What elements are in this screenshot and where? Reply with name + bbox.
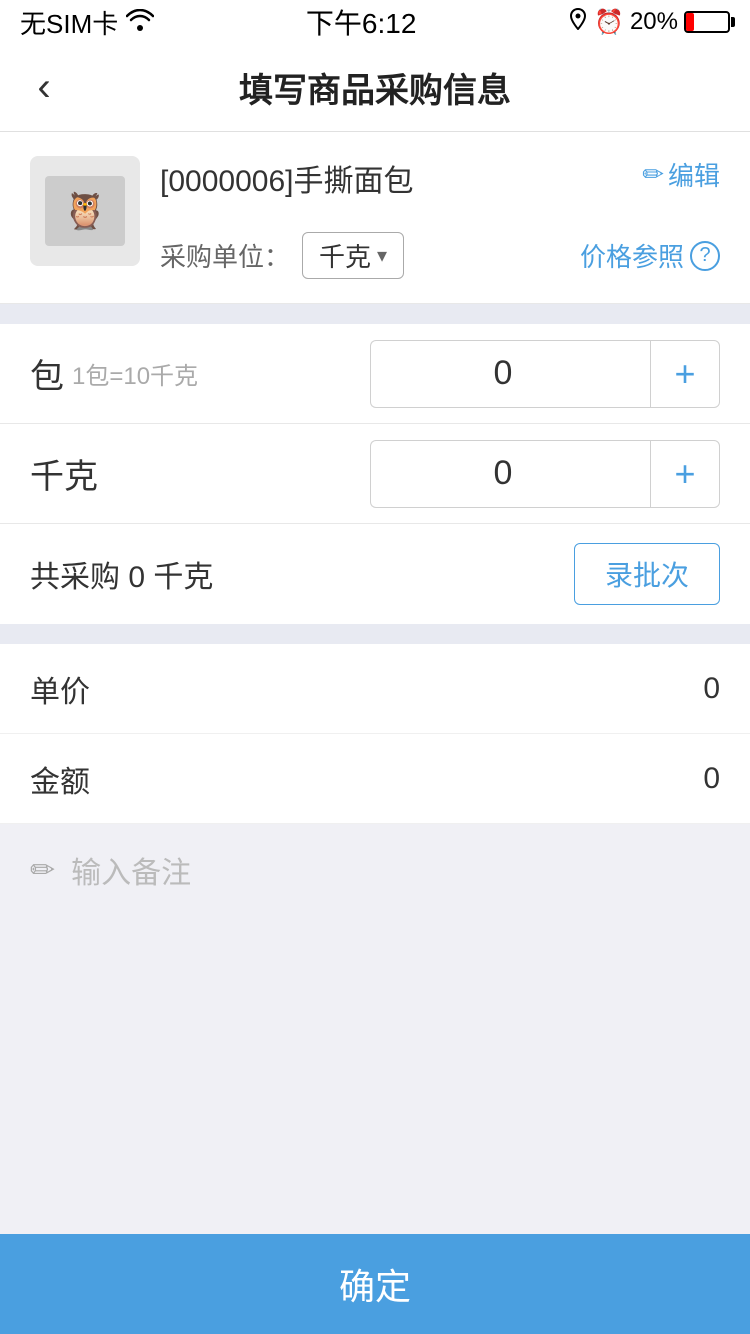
confirm-label: 确定 xyxy=(339,1258,411,1310)
content-spacer xyxy=(0,916,750,1116)
location-icon xyxy=(568,8,588,37)
note-placeholder: 输入备注 xyxy=(71,848,191,892)
bao-controls: + xyxy=(370,340,720,408)
total-amount: 0 xyxy=(128,561,145,594)
bao-label: 包 xyxy=(30,349,64,398)
product-code: [0000006] xyxy=(160,165,293,198)
product-top-row: [0000006]手撕面包 ✏ 编辑 xyxy=(160,156,720,216)
product-card: 🦉 [0000006]手撕面包 ✏ 编辑 采购单位： 千克 ▾ xyxy=(0,132,750,304)
edit-icon: ✏ xyxy=(642,159,664,190)
battery-icon xyxy=(684,11,730,33)
status-bar: 无SIM卡 下午6:12 ⏰ 20% xyxy=(0,0,750,44)
status-time: 下午6:12 xyxy=(306,2,417,42)
edit-button[interactable]: ✏ 编辑 xyxy=(642,156,720,193)
kg-plus-button[interactable]: + xyxy=(650,440,720,508)
product-name: [0000006]手撕面包 xyxy=(160,156,413,200)
battery-percent: 20% xyxy=(630,8,678,36)
dropdown-arrow-icon: ▾ xyxy=(377,243,387,268)
unit-label: 采购单位： xyxy=(160,237,290,274)
product-info: [0000006]手撕面包 ✏ 编辑 采购单位： 千克 ▾ 价格参照 xyxy=(160,156,720,279)
total-text: 共采购 0 千克 xyxy=(30,552,213,596)
record-batch-button[interactable]: 录批次 xyxy=(574,543,720,605)
kg-label: 千克 xyxy=(30,449,98,498)
nav-bar: ‹ 填写商品采购信息 xyxy=(0,44,750,132)
kg-input[interactable] xyxy=(370,440,650,508)
carrier-label: 无SIM卡 xyxy=(20,4,118,41)
back-arrow-icon: ‹ xyxy=(37,65,50,110)
bao-plus-button[interactable]: + xyxy=(650,340,720,408)
help-icon: ? xyxy=(690,241,720,271)
product-image: 🦉 xyxy=(30,156,140,266)
amount-label: 金额 xyxy=(30,757,90,801)
bao-input-row: 包 1包=10千克 + xyxy=(0,324,750,424)
product-title: 手撕面包 xyxy=(293,165,413,198)
unit-price-label: 单价 xyxy=(30,667,90,711)
confirm-button[interactable]: 确定 xyxy=(0,1234,750,1334)
price-ref-label: 价格参照 xyxy=(580,237,684,274)
note-section[interactable]: ✏ 输入备注 xyxy=(0,824,750,916)
unit-price-row: 单价 0 xyxy=(0,644,750,734)
product-thumbnail: 🦉 xyxy=(45,176,125,246)
kg-input-row: 千克 + xyxy=(0,424,750,524)
unit-selector[interactable]: 千克 ▾ xyxy=(302,232,404,279)
total-unit: 千克 xyxy=(153,561,213,594)
note-pencil-icon: ✏ xyxy=(30,853,55,888)
unit-price-value: 0 xyxy=(703,672,720,706)
unit-row: 采购单位： 千克 ▾ xyxy=(160,232,404,279)
total-prefix: 共采购 xyxy=(30,561,120,594)
info-section: 单价 0 金额 0 xyxy=(0,644,750,824)
main-content: 🦉 [0000006]手撕面包 ✏ 编辑 采购单位： 千克 ▾ xyxy=(0,132,750,1216)
bao-sublabel: 1包=10千克 xyxy=(72,356,198,391)
input-section: 包 1包=10千克 + 千克 + 共采购 0 千克 录批次 xyxy=(0,324,750,624)
alarm-icon: ⏰ xyxy=(594,8,624,37)
wifi-icon xyxy=(126,7,154,38)
section-divider-1 xyxy=(0,304,750,324)
kg-controls: + xyxy=(370,440,720,508)
section-divider-2 xyxy=(0,624,750,644)
back-button[interactable]: ‹ xyxy=(0,44,88,132)
bao-input[interactable] xyxy=(370,340,650,408)
product-logo-icon: 🦉 xyxy=(63,190,108,232)
price-reference-button[interactable]: 价格参照 ? xyxy=(580,237,720,274)
page-title: 填写商品采购信息 xyxy=(0,63,750,112)
amount-value: 0 xyxy=(703,762,720,796)
edit-label: 编辑 xyxy=(668,156,720,193)
total-row: 共采购 0 千克 录批次 xyxy=(0,524,750,624)
status-right: ⏰ 20% xyxy=(568,8,730,37)
unit-value: 千克 xyxy=(319,237,371,274)
product-bottom-row: 采购单位： 千克 ▾ 价格参照 ? xyxy=(160,232,720,279)
status-left: 无SIM卡 xyxy=(20,4,154,41)
amount-row: 金额 0 xyxy=(0,734,750,824)
